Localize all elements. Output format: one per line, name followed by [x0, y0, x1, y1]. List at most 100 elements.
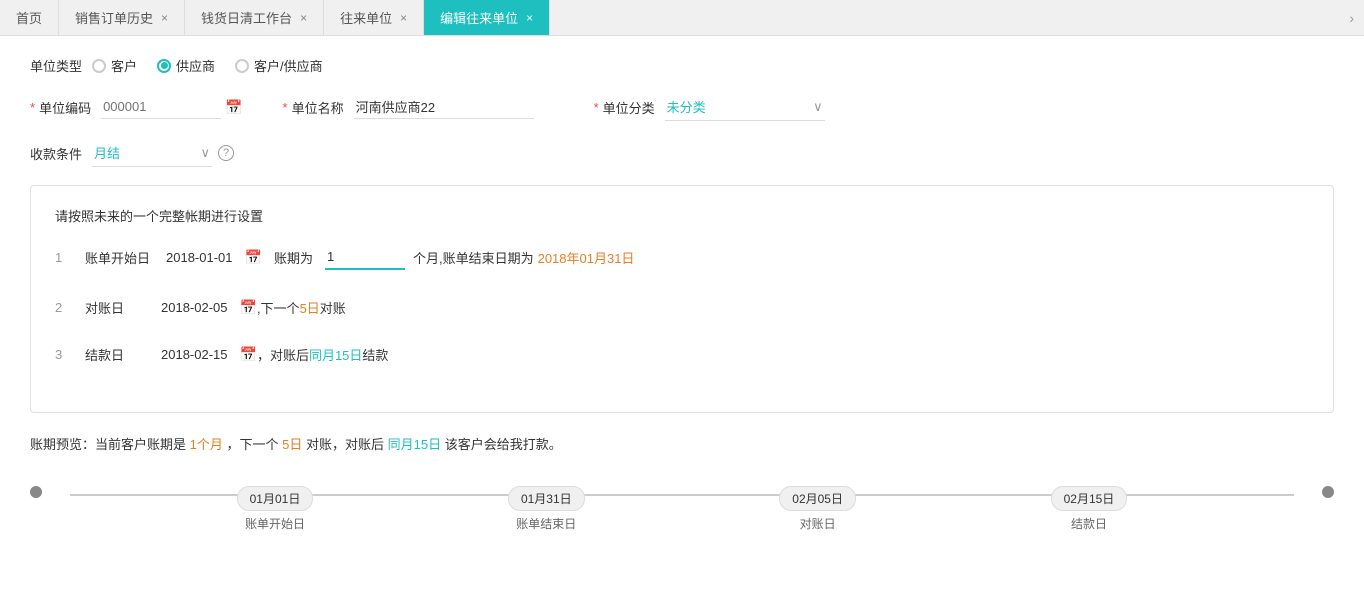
tab-home[interactable]: 首页: [0, 0, 59, 35]
row-1-period-unit: 个月,账单结束日期为: [413, 248, 534, 267]
row-3-desc-suffix: 结款: [362, 345, 388, 364]
unit-name-label: 单位名称: [292, 98, 344, 117]
preview-mid2: 对账，对账后: [306, 437, 384, 452]
timeline-dot-end: [1322, 486, 1334, 498]
payment-terms-select[interactable]: 月结 ∨: [92, 139, 212, 167]
timeline-point-0: 01月01日 账单开始日: [237, 486, 314, 532]
row-3-calendar-icon[interactable]: 📅: [240, 346, 257, 363]
timeline-label-2: 对账日: [800, 515, 836, 532]
payment-terms-help-icon[interactable]: ?: [218, 145, 234, 161]
unit-name-input[interactable]: [354, 95, 534, 119]
row-3-label: 结款日: [85, 345, 145, 364]
row-1-calendar-icon[interactable]: 📅: [245, 249, 262, 266]
unit-type-radio-group: 客户 供应商 客户/供应商: [92, 56, 323, 75]
payment-terms-row: 收款条件 月结 ∨ ?: [30, 139, 1334, 167]
timeline-start-dot: [30, 486, 42, 502]
unit-category-label: 单位分类: [603, 98, 655, 117]
timeline-label-0: 账单开始日: [245, 515, 305, 532]
category-required-star: *: [594, 100, 599, 115]
unit-code-label: 单位编码: [39, 98, 91, 117]
setting-row-1: 1 账单开始日 2018-01-01 📅 账期为 个月,账单结束日期为 2018…: [55, 245, 1309, 278]
payment-terms-dropdown-icon: ∨: [201, 145, 211, 161]
radio-customer-label: 客户: [111, 56, 137, 75]
radio-supplier[interactable]: 供应商: [157, 56, 215, 75]
timeline-badge-1: 01月31日: [508, 486, 585, 511]
unit-code-input[interactable]: [101, 95, 221, 119]
unit-type-label: 单位类型: [30, 56, 82, 75]
row-1-period-input[interactable]: [325, 245, 405, 270]
row-2-desc-suffix: 对账: [320, 298, 346, 317]
code-calendar-icon[interactable]: 📅: [225, 99, 242, 116]
timeline: 01月01日 账单开始日 01月31日 账单结束日 02月05日 对账日 02月…: [30, 476, 1334, 542]
tab-partner[interactable]: 往来单位 ×: [324, 0, 424, 35]
row-2-num: 2: [55, 300, 75, 315]
row-2-label: 对账日: [85, 298, 145, 317]
code-name-category-row: * 单位编码 📅 * 单位名称 * 单位分类 未分类 ∨: [30, 93, 1334, 121]
radio-customer[interactable]: 客户: [92, 56, 137, 75]
row-3-desc-prefix: ，对账后: [257, 345, 309, 364]
period-settings-section: 请按照未来的一个完整帐期进行设置 1 账单开始日 2018-01-01 📅 账期…: [30, 185, 1334, 413]
timeline-end-dot: [1322, 486, 1334, 502]
row-2-desc-prefix: ,下一个: [257, 298, 300, 317]
tab-edit-partner-close[interactable]: ×: [526, 11, 533, 25]
tab-cash-flow[interactable]: 钱货日清工作台 ×: [185, 0, 324, 35]
row-2-calendar-icon[interactable]: 📅: [240, 299, 257, 316]
timeline-badge-2: 02月05日: [779, 486, 856, 511]
unit-type-row: 单位类型 客户 供应商 客户/供应商: [30, 56, 1334, 75]
tab-bar: 首页 销售订单历史 × 钱货日清工作台 × 往来单位 × 编辑往来单位 × ›: [0, 0, 1364, 36]
row-3-desc-highlight: 同月15日: [309, 345, 362, 364]
row-2-desc-highlight: 5日: [300, 298, 320, 317]
tab-partner-label: 往来单位: [340, 8, 392, 27]
payment-terms-label: 收款条件: [30, 144, 82, 163]
preview-part1: 1个月: [190, 437, 223, 452]
tab-home-label: 首页: [16, 8, 42, 27]
timeline-badge-0: 01月01日: [237, 486, 314, 511]
radio-supplier-label: 供应商: [176, 56, 215, 75]
timeline-point-1: 01月31日 账单结束日: [508, 486, 585, 532]
preview-prefix: 账期预览：当前客户账期是: [30, 437, 186, 452]
row-3-date: 2018-02-15: [161, 347, 228, 362]
timeline-dot-start: [30, 486, 42, 498]
tab-edit-partner[interactable]: 编辑往来单位 ×: [424, 0, 550, 35]
timeline-items: 01月01日 账单开始日 01月31日 账单结束日 02月05日 对账日 02月…: [30, 486, 1334, 532]
timeline-label-1: 账单结束日: [516, 515, 576, 532]
unit-category-select[interactable]: 未分类 ∨: [665, 93, 825, 121]
radio-customer-circle: [92, 59, 106, 73]
tab-sales-order-label: 销售订单历史: [75, 8, 153, 27]
tab-sales-order-close[interactable]: ×: [161, 11, 168, 25]
setting-row-3: 3 结款日 2018-02-15 📅 ，对账后 同月15日 结款: [55, 345, 1309, 372]
row-2-date: 2018-02-05: [161, 300, 228, 315]
row-1-period-label: 账期为: [274, 248, 313, 267]
unit-category-value: 未分类: [667, 97, 805, 116]
section-title: 请按照未来的一个完整帐期进行设置: [55, 206, 1309, 225]
tab-edit-partner-label: 编辑往来单位: [440, 8, 518, 27]
timeline-badge-3: 02月15日: [1051, 486, 1128, 511]
preview-mid1: ，下一个: [227, 437, 279, 452]
preview-section: 账期预览：当前客户账期是 1个月 ，下一个 5日 对账，对账后 同月15日 该客…: [30, 433, 1334, 456]
timeline-label-3: 结款日: [1071, 515, 1107, 532]
code-required-star: *: [30, 100, 35, 115]
tab-arrow[interactable]: ›: [1339, 10, 1364, 26]
tab-cash-flow-label: 钱货日清工作台: [201, 8, 292, 27]
name-required-star: *: [283, 100, 288, 115]
row-3-num: 3: [55, 347, 75, 362]
payment-terms-value: 月结: [94, 143, 192, 162]
preview-suffix: 该客户会给我打款。: [445, 437, 562, 452]
category-dropdown-icon: ∨: [813, 99, 823, 115]
preview-part3: 同月15日: [388, 437, 441, 452]
tab-partner-close[interactable]: ×: [400, 11, 407, 25]
setting-row-2: 2 对账日 2018-02-05 📅 ,下一个 5日 对账: [55, 298, 1309, 325]
radio-both-circle: [235, 59, 249, 73]
row-1-label: 账单开始日: [85, 248, 150, 267]
preview-part2: 5日: [282, 437, 302, 452]
radio-both-label: 客户/供应商: [254, 56, 323, 75]
tab-cash-flow-close[interactable]: ×: [300, 11, 307, 25]
row-1-num: 1: [55, 250, 75, 265]
main-content: 单位类型 客户 供应商 客户/供应商 * 单位编码 📅 * 单位名称 *: [0, 36, 1364, 608]
radio-both[interactable]: 客户/供应商: [235, 56, 323, 75]
radio-supplier-circle: [157, 59, 171, 73]
row-1-end-date: 2018年01月31日: [538, 248, 635, 267]
timeline-point-3: 02月15日 结款日: [1051, 486, 1128, 532]
row-1-date: 2018-01-01: [166, 250, 233, 265]
tab-sales-order[interactable]: 销售订单历史 ×: [59, 0, 185, 35]
